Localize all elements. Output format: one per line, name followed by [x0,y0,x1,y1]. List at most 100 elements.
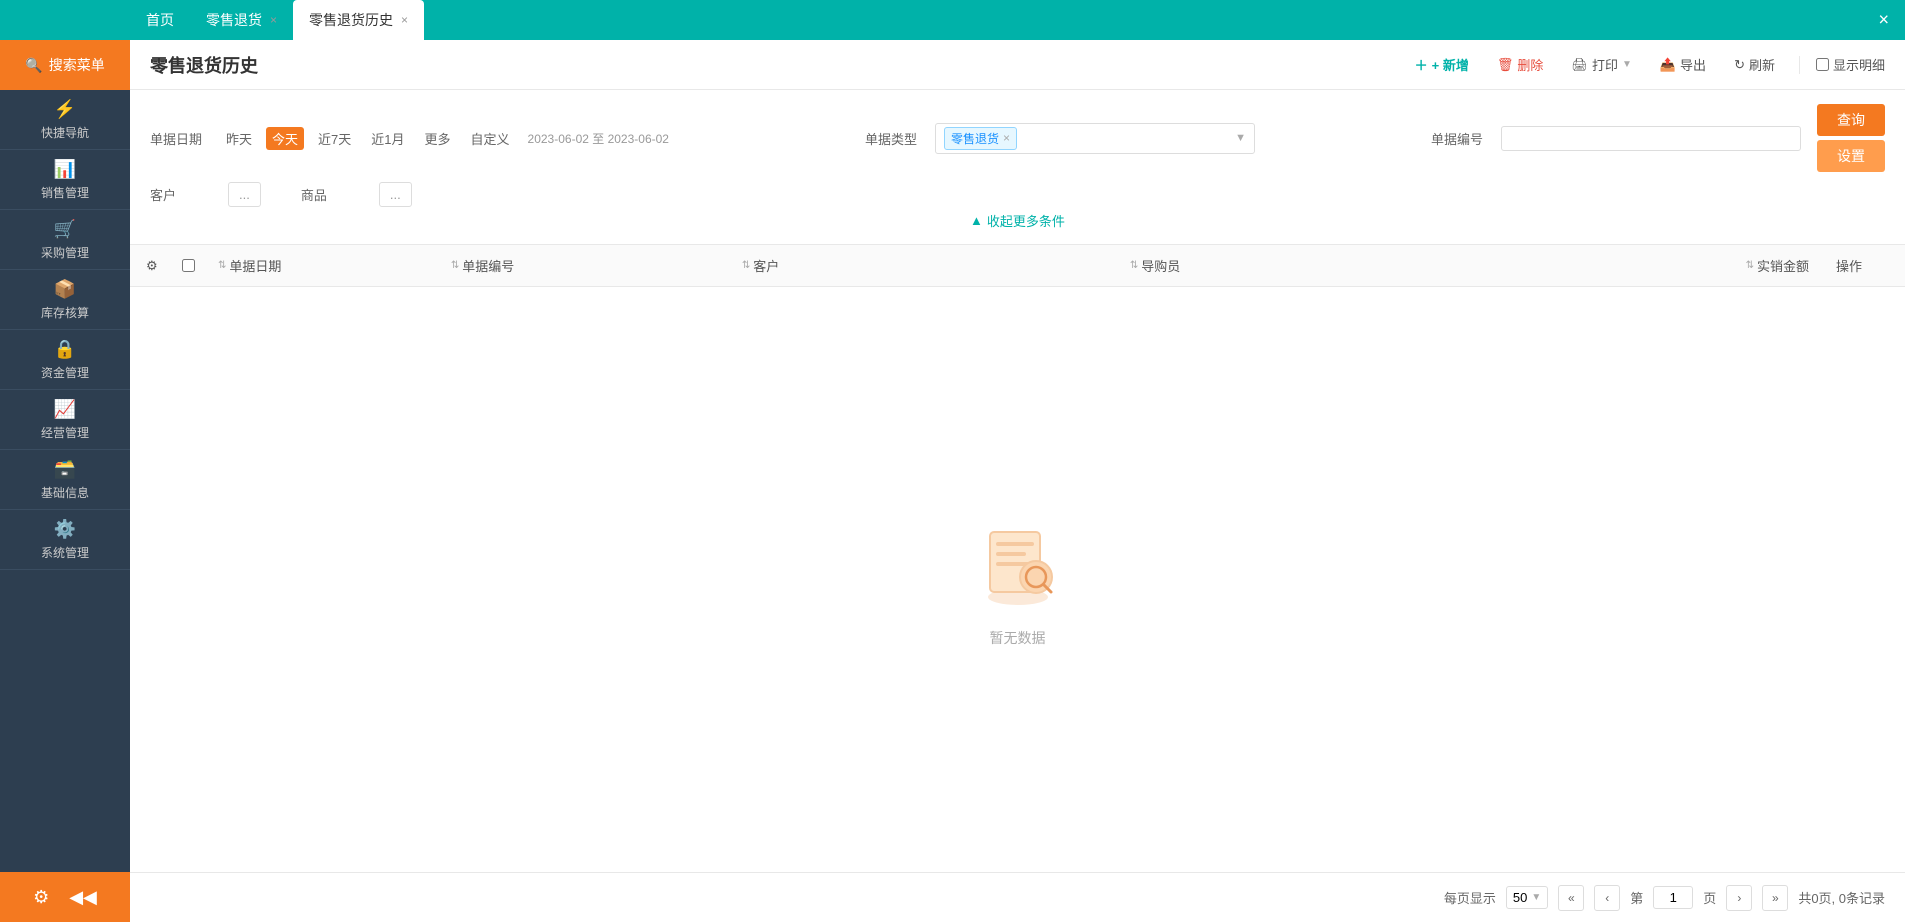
export-icon: 📤 [1660,57,1676,73]
per-page-select[interactable]: 50 ▼ [1506,886,1548,909]
sidebar-search[interactable]: 🔍 搜索菜单 [0,40,130,90]
th-no-label: 单据编号 [462,256,514,275]
collapse-button[interactable]: ▲ 收起更多条件 [970,211,1065,230]
th-date[interactable]: ⇅ 单据日期 [218,256,451,275]
th-date-label: 单据日期 [229,256,281,275]
date-filter-label: 单据日期 [150,129,220,148]
page-number-input[interactable] [1653,886,1693,909]
empty-icon [968,512,1068,612]
settings-col-icon: ⚙ [146,258,158,274]
no-filter-label: 单据编号 [1431,129,1501,148]
print-icon: 🖨 [1571,57,1588,73]
sidebar-item-quick-nav-label: 快捷导航 [41,124,89,141]
window-close-button[interactable]: × [1878,10,1889,31]
new-icon: ＋ [1415,55,1428,74]
per-page-arrow: ▼ [1531,892,1541,903]
page-header: 零售退货历史 ＋ + 新增 🗑 删除 🖨 打印 ▼ 📤 导出 ↻ 刷新 [130,40,1905,90]
new-button[interactable]: ＋ + 新增 [1407,51,1477,78]
tab-retail-return-close[interactable]: × [270,13,277,27]
filter-row-1: 单据日期 昨天 今天 近7天 近1月 更多 自定义 2023-06-02 至 2… [150,104,1885,172]
export-button[interactable]: 📤 导出 [1652,51,1714,78]
purchase-mgmt-icon: 🛒 [54,219,76,240]
date-options: 昨天 今天 近7天 近1月 更多 自定义 [220,127,516,150]
print-button[interactable]: 🖨 打印 ▼ [1563,51,1639,78]
next-page-icon: › [1737,891,1741,905]
date-opt-more[interactable]: 更多 [419,127,457,150]
main-content: 零售退货历史 ＋ + 新增 🗑 删除 🖨 打印 ▼ 📤 导出 ↻ 刷新 [130,40,1905,922]
prev-page-icon: ‹ [1605,891,1609,905]
sidebar-item-inventory[interactable]: 📦 库存核算 [0,270,130,330]
tab-retail-return-history[interactable]: 零售退货历史 × [293,0,424,40]
audio-icon[interactable]: ◀◀ [69,887,97,908]
th-settings[interactable]: ⚙ [146,258,182,274]
type-tag: 零售退货 × [944,127,1017,150]
per-page-label: 每页显示 [1444,888,1496,907]
tab-retail-return[interactable]: 零售退货 × [190,0,293,40]
export-label: 导出 [1680,55,1706,74]
th-amount[interactable]: ⇅ 实销金额 [1615,256,1809,275]
print-label: 打印 [1592,55,1618,74]
sidebar: 🔍 搜索菜单 ⚡ 快捷导航 📊 销售管理 🛒 采购管理 📦 库存核算 🔒 资金管… [0,40,130,922]
th-customer-label: 客户 [753,256,779,275]
refresh-button[interactable]: ↻ 刷新 [1726,51,1783,78]
th-no[interactable]: ⇅ 单据编号 [451,256,742,275]
page-summary: 共0页, 0条记录 [1798,888,1885,907]
sidebar-item-finance-label: 资金管理 [41,364,89,381]
query-button[interactable]: 查询 [1817,104,1885,136]
header-actions: ＋ + 新增 🗑 删除 🖨 打印 ▼ 📤 导出 ↻ 刷新 [1407,51,1885,78]
prev-page-button[interactable]: ‹ [1594,885,1620,911]
date-opt-today[interactable]: 今天 [266,127,304,150]
sidebar-item-purchase-mgmt[interactable]: 🛒 采购管理 [0,210,130,270]
show-detail-input[interactable] [1816,58,1829,71]
type-tag-value: 零售退货 [951,130,999,147]
next-page-button[interactable]: › [1726,885,1752,911]
page-word: 第 [1630,888,1643,907]
topbar: 首页 零售退货 × 零售退货历史 × × [0,0,1905,40]
sidebar-item-operations[interactable]: 📈 经营管理 [0,390,130,450]
goods-filter-input[interactable]: ... [379,182,412,207]
last-page-button[interactable]: » [1762,885,1788,911]
filter-area: 单据日期 昨天 今天 近7天 近1月 更多 自定义 2023-06-02 至 2… [130,90,1905,245]
date-opt-last-month[interactable]: 近1月 [365,127,410,150]
tab-retail-return-history-close[interactable]: × [401,13,408,27]
sidebar-item-quick-nav[interactable]: ⚡ 快捷导航 [0,90,130,150]
page-unit: 页 [1703,888,1716,907]
no-filter-input[interactable] [1501,126,1801,151]
sidebar-item-sales-mgmt[interactable]: 📊 销售管理 [0,150,130,210]
sidebar-item-finance[interactable]: 🔒 资金管理 [0,330,130,390]
customer-filter-field: 客户 ... [150,182,261,207]
delete-button[interactable]: 🗑 删除 [1489,51,1552,78]
first-page-button[interactable]: « [1558,885,1584,911]
empty-text: 暂无数据 [990,628,1046,648]
th-guide[interactable]: ⇅ 导购员 [1130,256,1421,275]
date-opt-last7[interactable]: 近7天 [312,127,357,150]
sidebar-item-basic-info-label: 基础信息 [41,484,89,501]
type-tag-remove[interactable]: × [1003,131,1010,145]
collapse-label: 收起更多条件 [987,211,1065,230]
th-customer[interactable]: ⇅ 客户 [742,256,1130,275]
quick-nav-icon: ⚡ [54,99,76,120]
th-amount-label: 实销金额 [1757,256,1809,275]
date-opt-yesterday[interactable]: 昨天 [220,127,258,150]
date-opt-custom[interactable]: 自定义 [465,127,516,150]
tab-home[interactable]: 首页 [130,0,190,40]
tab-retail-return-label: 零售退货 [206,10,262,30]
sidebar-item-system[interactable]: ⚙️ 系统管理 [0,510,130,570]
delete-label: 删除 [1517,55,1543,74]
th-check[interactable] [182,259,218,272]
settings-icon[interactable]: ⚙ [33,887,49,908]
type-select[interactable]: 零售退货 × ▼ [935,123,1255,154]
select-all-checkbox[interactable] [182,259,195,272]
sidebar-item-sales-mgmt-label: 销售管理 [41,184,89,201]
tab-home-label: 首页 [146,10,174,30]
show-detail-checkbox[interactable]: 显示明细 [1816,55,1885,74]
sidebar-item-basic-info[interactable]: 🗃️ 基础信息 [0,450,130,510]
goods-filter-field: 商品 ... [301,182,412,207]
delete-icon: 🗑 [1497,57,1514,73]
customer-filter-input[interactable]: ... [228,182,261,207]
first-page-icon: « [1568,891,1575,905]
goods-filter-label: 商品 [301,185,371,204]
th-no-sort-icon: ⇅ [451,260,459,271]
setting-button[interactable]: 设置 [1817,140,1885,172]
basic-info-icon: 🗃️ [54,459,76,480]
